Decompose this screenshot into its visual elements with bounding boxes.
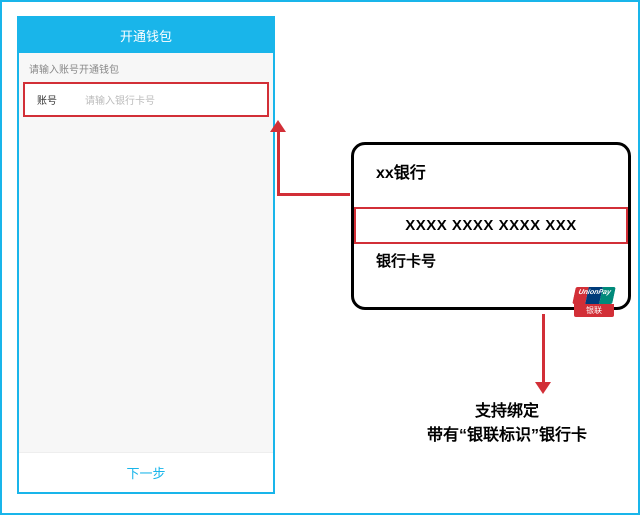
page-title: 开通钱包 <box>19 18 273 53</box>
arrow-icon <box>542 314 545 389</box>
card-input-label: 账号 <box>37 92 57 107</box>
page-subtitle: 请输入账号开通钱包 <box>19 53 273 82</box>
bank-card-illustration: xx银行 XXXX XXXX XXXX XXX 银行卡号 UnionPay 银联 <box>351 142 631 310</box>
arrow-icon <box>277 127 350 196</box>
arrow-head-icon <box>270 120 286 132</box>
next-button[interactable]: 下一步 <box>19 452 273 492</box>
support-line-1: 支持绑定 <box>427 400 587 424</box>
bank-name: xx银行 <box>376 159 426 183</box>
support-caption: 支持绑定 带有“银联标识”银行卡 <box>427 400 587 448</box>
card-input-row[interactable]: 账号 请输入银行卡号 <box>23 82 269 117</box>
card-number: XXXX XXXX XXXX XXX <box>354 207 628 244</box>
unionpay-text-en: UnionPay <box>576 289 613 296</box>
card-number-label: 银行卡号 <box>376 250 436 271</box>
phone-mockup: 开通钱包 请输入账号开通钱包 账号 请输入银行卡号 下一步 <box>17 16 275 494</box>
card-input-placeholder: 请输入银行卡号 <box>85 92 155 107</box>
support-line-2: 带有“银联标识”银行卡 <box>427 424 587 448</box>
unionpay-logo-icon: UnionPay 银联 <box>574 287 614 317</box>
arrow-head-icon <box>535 382 551 394</box>
unionpay-text-cn: 银联 <box>574 304 614 317</box>
